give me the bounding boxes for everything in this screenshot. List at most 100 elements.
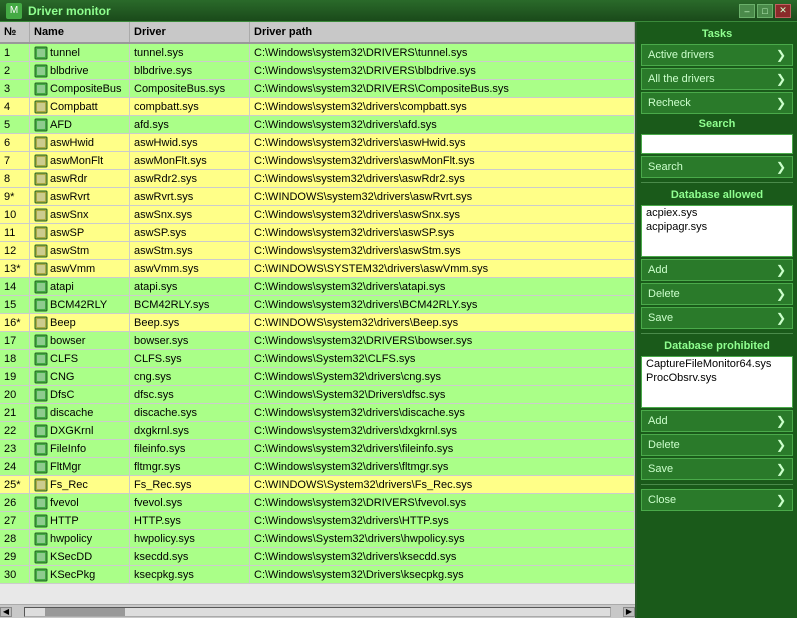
td-num: 16* xyxy=(0,314,30,331)
td-driver: discache.sys xyxy=(130,404,250,421)
all-drivers-button[interactable]: All the drivers ❯ xyxy=(641,68,793,90)
td-name: CompositeBus xyxy=(30,80,130,97)
td-num: 3 xyxy=(0,80,30,97)
driver-icon xyxy=(34,46,48,60)
search-input[interactable] xyxy=(641,134,793,154)
table-row[interactable]: 30 KSecPkg ksecpkg.sys C:\Windows\system… xyxy=(0,566,635,584)
table-row[interactable]: 6 aswHwid aswHwid.sys C:\Windows\system3… xyxy=(0,134,635,152)
table-row[interactable]: 8 aswRdr aswRdr2.sys C:\Windows\system32… xyxy=(0,170,635,188)
add-allowed-button[interactable]: Add ❯ xyxy=(641,259,793,281)
search-button[interactable]: Search ❯ xyxy=(641,156,793,178)
table-row[interactable]: 25* Fs_Rec Fs_Rec.sys C:\WINDOWS\System3… xyxy=(0,476,635,494)
driver-icon xyxy=(34,190,48,204)
td-name: atapi xyxy=(30,278,130,295)
td-path: C:\Windows\system32\drivers\aswStm.sys xyxy=(250,242,635,259)
db-allowed-list[interactable]: acpiex.sysacpipagr.sys xyxy=(641,205,793,257)
td-path: C:\WINDOWS\System32\drivers\Fs_Rec.sys xyxy=(250,476,635,493)
hscroll-track[interactable] xyxy=(24,607,611,617)
table-row[interactable]: 14 atapi atapi.sys C:\Windows\system32\d… xyxy=(0,278,635,296)
save-prohibited-button[interactable]: Save ❯ xyxy=(641,458,793,480)
td-name: aswSnx xyxy=(30,206,130,223)
table-row[interactable]: 4 Compbatt compbatt.sys C:\Windows\syste… xyxy=(0,98,635,116)
add-allowed-arrow: ❯ xyxy=(776,263,786,277)
td-num: 8 xyxy=(0,170,30,187)
driver-icon xyxy=(34,514,48,528)
table-row[interactable]: 13* aswVmm aswVmm.sys C:\WINDOWS\SYSTEM3… xyxy=(0,260,635,278)
table-row[interactable]: 5 AFD afd.sys C:\Windows\system32\driver… xyxy=(0,116,635,134)
table-row[interactable]: 12 aswStm aswStm.sys C:\Windows\system32… xyxy=(0,242,635,260)
driver-icon xyxy=(34,208,48,222)
hscroll-thumb[interactable] xyxy=(45,608,125,616)
delete-allowed-button[interactable]: Delete ❯ xyxy=(641,283,793,305)
table-row[interactable]: 7 aswMonFlt aswMonFlt.sys C:\Windows\sys… xyxy=(0,152,635,170)
td-name: aswSP xyxy=(30,224,130,241)
table-row[interactable]: 28 hwpolicy hwpolicy.sys C:\Windows\Syst… xyxy=(0,530,635,548)
td-driver: aswSP.sys xyxy=(130,224,250,241)
table-row[interactable]: 21 discache discache.sys C:\Windows\syst… xyxy=(0,404,635,422)
table-row[interactable]: 20 DfsC dfsc.sys C:\Windows\System32\Dri… xyxy=(0,386,635,404)
db-allowed-item[interactable]: acpipagr.sys xyxy=(642,220,792,234)
hscroll-right-arrow[interactable]: ▶ xyxy=(623,607,635,617)
db-allowed-item[interactable]: acpiex.sys xyxy=(642,206,792,220)
td-path: C:\Windows\system32\drivers\aswSP.sys xyxy=(250,224,635,241)
col-header-driver: Driver xyxy=(130,22,250,42)
td-name: BCM42RLY xyxy=(30,296,130,313)
td-driver: aswRvrt.sys xyxy=(130,188,250,205)
table-row[interactable]: 10 aswSnx aswSnx.sys C:\Windows\system32… xyxy=(0,206,635,224)
horizontal-scrollbar[interactable]: ◀ ▶ xyxy=(0,604,635,618)
main-layout: № Name Driver Driver path 1 tunnel tunne… xyxy=(0,22,797,618)
td-path: C:\Windows\system32\DRIVERS\tunnel.sys xyxy=(250,44,635,61)
table-row[interactable]: 24 FltMgr fltmgr.sys C:\Windows\system32… xyxy=(0,458,635,476)
table-row[interactable]: 11 aswSP aswSP.sys C:\Windows\system32\d… xyxy=(0,224,635,242)
save-allowed-button[interactable]: Save ❯ xyxy=(641,307,793,329)
td-num: 28 xyxy=(0,530,30,547)
maximize-button[interactable]: □ xyxy=(757,4,773,18)
td-num: 13* xyxy=(0,260,30,277)
table-row[interactable]: 16* Beep Beep.sys C:\WINDOWS\system32\dr… xyxy=(0,314,635,332)
td-path: C:\Windows\system32\drivers\dxgkrnl.sys xyxy=(250,422,635,439)
app-title: Driver monitor xyxy=(28,4,739,18)
close-button[interactable]: Close ❯ xyxy=(641,489,793,511)
table-row[interactable]: 17 bowser bowser.sys C:\Windows\system32… xyxy=(0,332,635,350)
table-row[interactable]: 9* aswRvrt aswRvrt.sys C:\WINDOWS\system… xyxy=(0,188,635,206)
hscroll-left-arrow[interactable]: ◀ xyxy=(0,607,12,617)
driver-icon xyxy=(34,226,48,240)
td-path: C:\Windows\system32\drivers\atapi.sys xyxy=(250,278,635,295)
table-row[interactable]: 29 KSecDD ksecdd.sys C:\Windows\system32… xyxy=(0,548,635,566)
table-row[interactable]: 26 fvevol fvevol.sys C:\Windows\system32… xyxy=(0,494,635,512)
add-prohibited-button[interactable]: Add ❯ xyxy=(641,410,793,432)
td-name: AFD xyxy=(30,116,130,133)
table-body[interactable]: 1 tunnel tunnel.sys C:\Windows\system32\… xyxy=(0,44,635,604)
db-prohibited-item[interactable]: ProcObsrv.sys xyxy=(642,371,792,385)
table-row[interactable]: 22 DXGKrnl dxgkrnl.sys C:\Windows\system… xyxy=(0,422,635,440)
table-row[interactable]: 19 CNG cng.sys C:\Windows\System32\drive… xyxy=(0,368,635,386)
td-name: HTTP xyxy=(30,512,130,529)
td-num: 2 xyxy=(0,62,30,79)
divider-1 xyxy=(641,182,793,183)
delete-prohibited-button[interactable]: Delete ❯ xyxy=(641,434,793,456)
driver-icon xyxy=(34,370,48,384)
td-driver: aswStm.sys xyxy=(130,242,250,259)
close-arrow: ❯ xyxy=(776,493,786,507)
active-drivers-button[interactable]: Active drivers ❯ xyxy=(641,44,793,66)
table-row[interactable]: 1 tunnel tunnel.sys C:\Windows\system32\… xyxy=(0,44,635,62)
td-driver: Beep.sys xyxy=(130,314,250,331)
td-name: FileInfo xyxy=(30,440,130,457)
recheck-button[interactable]: Recheck ❯ xyxy=(641,92,793,114)
table-row[interactable]: 18 CLFS CLFS.sys C:\Windows\System32\CLF… xyxy=(0,350,635,368)
td-num: 29 xyxy=(0,548,30,565)
table-row[interactable]: 27 HTTP HTTP.sys C:\Windows\system32\dri… xyxy=(0,512,635,530)
minimize-button[interactable]: – xyxy=(739,4,755,18)
db-prohibited-item[interactable]: CaptureFileMonitor64.sys xyxy=(642,357,792,371)
table-row[interactable]: 3 CompositeBus CompositeBus.sys C:\Windo… xyxy=(0,80,635,98)
driver-icon xyxy=(34,172,48,186)
close-window-button[interactable]: ✕ xyxy=(775,4,791,18)
table-row[interactable]: 23 FileInfo fileinfo.sys C:\Windows\syst… xyxy=(0,440,635,458)
table-row[interactable]: 15 BCM42RLY BCM42RLY.sys C:\Windows\syst… xyxy=(0,296,635,314)
td-driver: hwpolicy.sys xyxy=(130,530,250,547)
td-name: tunnel xyxy=(30,44,130,61)
table-row[interactable]: 2 blbdrive blbdrive.sys C:\Windows\syste… xyxy=(0,62,635,80)
td-driver: Fs_Rec.sys xyxy=(130,476,250,493)
td-num: 4 xyxy=(0,98,30,115)
db-prohibited-list[interactable]: CaptureFileMonitor64.sysProcObsrv.sys xyxy=(641,356,793,408)
